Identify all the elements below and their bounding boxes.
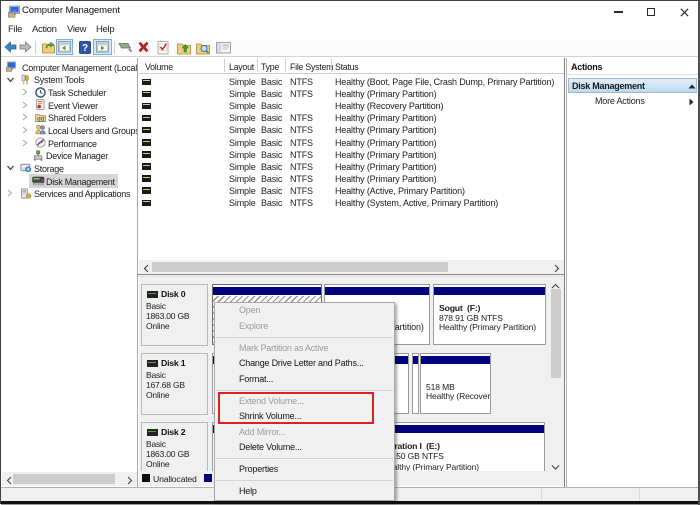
svg-text:gg: gg	[37, 116, 45, 122]
svg-text:?: ?	[82, 43, 88, 54]
